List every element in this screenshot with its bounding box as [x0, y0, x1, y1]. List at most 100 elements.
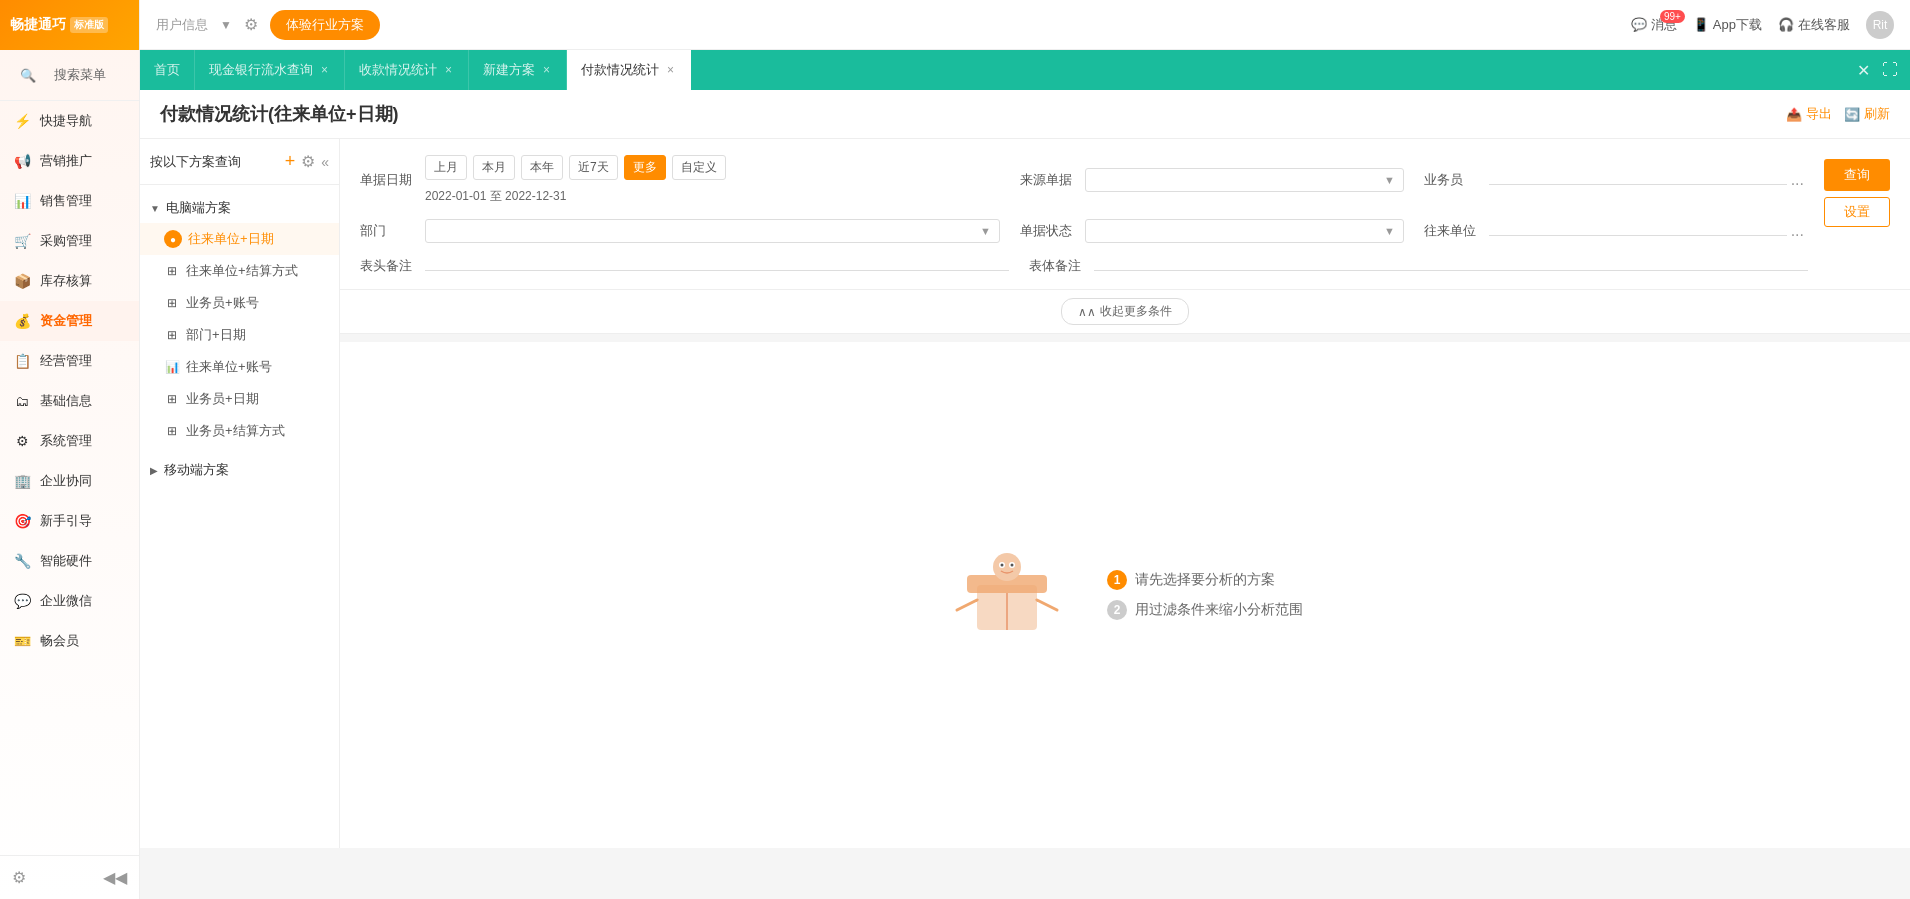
export-btn[interactable]: 📤 导出 [1786, 105, 1832, 123]
scheme-item-unit-account[interactable]: 📊 往来单位+账号 [140, 351, 339, 383]
mobile-scheme-header[interactable]: ▶ 移动端方案 [140, 455, 339, 485]
scheme-item-unit-payment[interactable]: ⊞ 往来单位+结算方式 [140, 255, 339, 287]
sidebar-item-label: 智能硬件 [40, 552, 92, 570]
sidebar-item-enterprise[interactable]: 🏢 企业协同 [0, 461, 139, 501]
status-select[interactable]: ▼ [1085, 219, 1404, 243]
status-label: 单据状态 [1020, 222, 1075, 240]
unit-label: 往来单位 [1424, 222, 1479, 240]
active-indicator: ● [164, 230, 182, 248]
sidebar-item-quick-nav[interactable]: ⚡ 快捷导航 [0, 101, 139, 141]
sidebar-settings-icon[interactable]: ⚙ [8, 864, 30, 891]
refresh-btn[interactable]: 🔄 刷新 [1844, 105, 1890, 123]
date-this-month-btn[interactable]: 本月 [473, 155, 515, 180]
scheme-item-salesman-date[interactable]: ⊞ 业务员+日期 [140, 383, 339, 415]
settings-btn[interactable]: 设置 [1824, 197, 1890, 227]
scheme-item-label: 业务员+结算方式 [186, 422, 285, 440]
sidebar-item-purchase[interactable]: 🛒 采购管理 [0, 221, 139, 261]
sidebar-item-wechat[interactable]: 💬 企业微信 [0, 581, 139, 621]
purchase-icon: 🛒 [12, 231, 32, 251]
search-label: 搜索菜单 [48, 62, 112, 88]
tab-home-label: 首页 [154, 61, 180, 79]
system-icon: ⚙ [12, 431, 32, 451]
avatar[interactable]: Rit [1866, 11, 1894, 39]
sales-icon: 📊 [12, 191, 32, 211]
sidebar-item-sales[interactable]: 📊 销售管理 [0, 181, 139, 221]
sidebar-logo: 畅捷通巧 标准版 [0, 0, 139, 50]
topbar: 用户信息 ▼ ⚙ 体验行业方案 💬 消息 99+ 📱 App下载 🎧 在线客服 … [140, 0, 1910, 50]
enterprise-icon: 🏢 [12, 471, 32, 491]
sidebar-item-basic-info[interactable]: 🗂 基础信息 [0, 381, 139, 421]
collapse-conditions-btn[interactable]: ∧∧ 收起更多条件 [1061, 298, 1189, 325]
collapse-label: 收起更多条件 [1100, 303, 1172, 320]
mobile-label: 移动端方案 [164, 461, 229, 479]
tab-new-close[interactable]: × [541, 61, 552, 79]
sidebar-item-label: 采购管理 [40, 232, 92, 250]
headset-icon: 🎧 [1778, 17, 1794, 32]
app-download-label: App下载 [1713, 16, 1762, 34]
date-this-year-btn[interactable]: 本年 [521, 155, 563, 180]
tab-fullscreen-icon[interactable]: ⛶ [1882, 61, 1898, 79]
query-btn[interactable]: 查询 [1824, 159, 1890, 191]
scheme-item-dept-date[interactable]: ⊞ 部门+日期 [140, 319, 339, 351]
svg-point-6 [1001, 564, 1004, 567]
sidebar-item-hardware[interactable]: 🔧 智能硬件 [0, 541, 139, 581]
date-custom-btn[interactable]: 自定义 [672, 155, 726, 180]
scheme-collapse-btn[interactable]: « [321, 154, 329, 170]
sidebar-collapse-icon[interactable]: ◀◀ [99, 864, 131, 891]
online-service-btn[interactable]: 🎧 在线客服 [1778, 16, 1850, 34]
sidebar: 畅捷通巧 标准版 🔍 搜索菜单 ⚡ 快捷导航 📢 营销推广 📊 销售管理 🛒 采… [0, 0, 140, 899]
tab-receipts[interactable]: 收款情况统计 × [345, 50, 469, 90]
dept-select[interactable]: ▼ [425, 219, 1000, 243]
scheme-desktop-header[interactable]: ▼ 电脑端方案 [140, 193, 339, 223]
tab-close-all-icon[interactable]: ✕ [1857, 61, 1870, 80]
source-label: 来源单据 [1020, 171, 1075, 189]
scheme-item-salesman-account[interactable]: ⊞ 业务员+账号 [140, 287, 339, 319]
sidebar-item-operations[interactable]: 📋 经营管理 [0, 341, 139, 381]
date-last-month-btn[interactable]: 上月 [425, 155, 467, 180]
source-select[interactable]: ▼ [1085, 168, 1404, 192]
app-download-btn[interactable]: 📱 App下载 [1693, 16, 1762, 34]
sidebar-item-vip[interactable]: 🎫 畅会员 [0, 621, 139, 661]
filter-row-1: 单据日期 上月 本月 本年 近7天 更多 自定义 [360, 155, 1808, 205]
scheme-item-unit-date[interactable]: ● 往来单位+日期 [140, 223, 339, 255]
filter-date-item: 单据日期 上月 本月 本年 近7天 更多 自定义 [360, 155, 1000, 205]
search-icon: 🔍 [14, 64, 42, 87]
scheme-item-label: 往来单位+结算方式 [186, 262, 298, 280]
tab-home[interactable]: 首页 [140, 50, 195, 90]
scheme-item-salesman-payment[interactable]: ⊞ 业务员+结算方式 [140, 415, 339, 447]
sidebar-search-section[interactable]: 🔍 搜索菜单 [0, 50, 139, 101]
tab-new[interactable]: 新建方案 × [469, 50, 567, 90]
filter-rows-main: 单据日期 上月 本月 本年 近7天 更多 自定义 [360, 155, 1808, 289]
tab-bank-close[interactable]: × [319, 61, 330, 79]
sidebar-item-inventory[interactable]: 📦 库存核算 [0, 261, 139, 301]
scheme-add-btn[interactable]: + [285, 151, 296, 172]
search-menu-btn[interactable]: 🔍 搜索菜单 [8, 58, 131, 92]
sidebar-item-label: 营销推广 [40, 152, 92, 170]
svg-line-9 [1037, 600, 1057, 610]
tab-receipts-close[interactable]: × [443, 61, 454, 79]
scheme-settings-btn[interactable]: ⚙ [301, 152, 315, 171]
tab-payments-close[interactable]: × [665, 61, 676, 79]
messages-btn[interactable]: 💬 消息 99+ [1631, 16, 1677, 34]
date-last7-btn[interactable]: 近7天 [569, 155, 618, 180]
mobile-icon: 📱 [1693, 17, 1709, 32]
sidebar-item-marketing[interactable]: 📢 营销推广 [0, 141, 139, 181]
desktop-label: 电脑端方案 [166, 199, 231, 217]
filter-row-3: 表头备注 表体备注 [360, 257, 1808, 275]
topbar-gear-icon[interactable]: ⚙ [244, 15, 258, 34]
salesman-dots-btn[interactable]: ... [1787, 171, 1808, 189]
content-body: 按以下方案查询 + ⚙ « ▼ 电脑端方案 ● 往来单位+日期 [140, 139, 1910, 848]
industry-btn[interactable]: 体验行业方案 [270, 10, 380, 40]
sidebar-item-guide[interactable]: 🎯 新手引导 [0, 501, 139, 541]
chart-icon: 📊 [164, 359, 180, 375]
sidebar-item-finance[interactable]: 💰 资金管理 [0, 301, 139, 341]
topbar-dropdown-icon[interactable]: ▼ [220, 18, 232, 32]
date-more-btn[interactable]: 更多 [624, 155, 666, 180]
tab-bank[interactable]: 现金银行流水查询 × [195, 50, 345, 90]
tab-payments[interactable]: 付款情况统计 × [567, 50, 691, 90]
sidebar-item-system[interactable]: ⚙ 系统管理 [0, 421, 139, 461]
scheme-item-label: 部门+日期 [186, 326, 246, 344]
table-icon: ⊞ [164, 263, 180, 279]
scheme-item-label: 业务员+日期 [186, 390, 259, 408]
unit-dots-btn[interactable]: ... [1787, 222, 1808, 240]
